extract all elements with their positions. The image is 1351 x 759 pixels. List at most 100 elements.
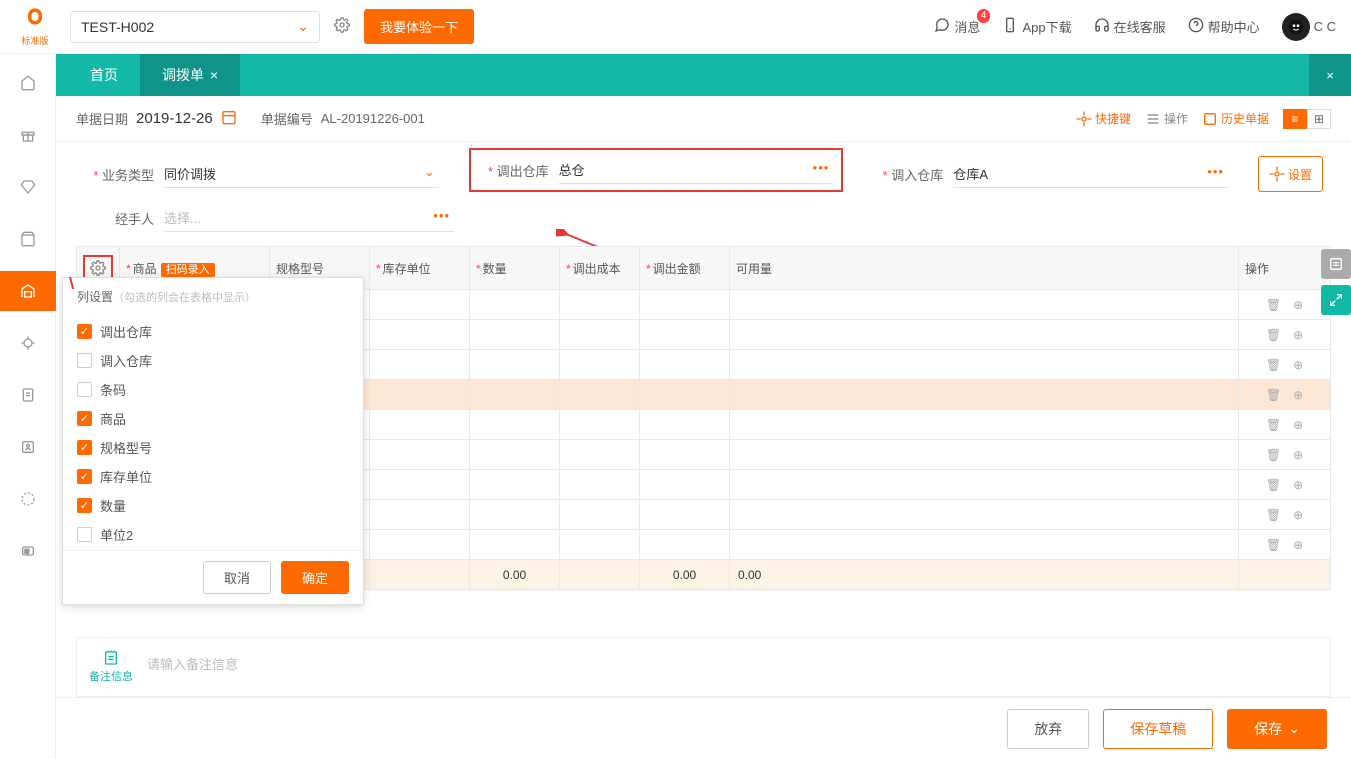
expand-icon[interactable] (1321, 285, 1351, 315)
delete-icon[interactable]: 🗑 (1266, 508, 1281, 522)
card-view-icon[interactable]: ⊞ (1307, 109, 1331, 129)
copy-icon[interactable]: ⊕ (1293, 388, 1303, 402)
copy-icon[interactable]: ⊕ (1293, 328, 1303, 342)
biz-type-field[interactable]: 业务类型 同价调拨⌄ (84, 156, 439, 192)
copy-icon[interactable]: ⊕ (1293, 508, 1303, 522)
sidebar-home-icon[interactable] (17, 72, 39, 94)
checkbox[interactable] (77, 353, 92, 368)
docno-value: AL-20191226-001 (321, 111, 425, 126)
discard-button[interactable]: 放弃 (1007, 709, 1089, 749)
column-option[interactable]: ✓库存单位 (63, 462, 363, 491)
save-draft-button[interactable]: 保存草稿 (1103, 709, 1213, 749)
calendar-icon[interactable] (221, 109, 237, 128)
doc-bar: 单据日期 2019-12-26 单据编号 AL-20191226-001 快捷键… (56, 96, 1351, 142)
help-link[interactable]: 帮助中心 (1188, 17, 1260, 36)
column-option[interactable]: ✓商品 (63, 404, 363, 433)
sidebar-money-icon[interactable] (17, 332, 39, 354)
chevron-down-icon: ⌄ (297, 18, 309, 35)
copy-icon[interactable]: ⊕ (1293, 448, 1303, 462)
main-area: 首页 调拨单× × 单据日期 2019-12-26 单据编号 AL-201912… (56, 54, 1351, 759)
checkbox[interactable]: ✓ (77, 324, 92, 339)
date-label: 单据日期 (76, 109, 128, 128)
notes-icon[interactable] (1321, 249, 1351, 279)
column-option[interactable]: ✓规格型号 (63, 433, 363, 462)
delete-icon[interactable]: 🗑 (1266, 448, 1281, 462)
chevron-down-icon: ⌄ (1288, 720, 1300, 737)
copy-icon[interactable]: ⊕ (1293, 358, 1303, 372)
delete-icon[interactable]: 🗑 (1266, 388, 1281, 402)
phone-icon (1002, 17, 1018, 36)
user-menu[interactable]: C C (1282, 13, 1336, 41)
checkbox[interactable]: ✓ (77, 498, 92, 513)
delete-icon[interactable]: 🗑 (1266, 478, 1281, 492)
headset-icon (1094, 17, 1110, 36)
app-download-link[interactable]: App下载 (1002, 17, 1071, 36)
gear-icon[interactable] (334, 17, 350, 36)
delete-icon[interactable]: 🗑 (1266, 328, 1281, 342)
sidebar-clipboard-icon[interactable] (17, 384, 39, 406)
copy-icon[interactable]: ⊕ (1293, 298, 1303, 312)
checkbox[interactable]: ✓ (77, 469, 92, 484)
sidebar-loading-icon[interactable] (17, 488, 39, 510)
host-selector[interactable]: TEST-H002 ⌄ (70, 11, 320, 43)
docno-label: 单据编号 (261, 109, 313, 128)
operation-link[interactable]: 操作 (1145, 110, 1188, 127)
close-icon[interactable]: × (210, 67, 218, 83)
history-link[interactable]: 历史单据 (1202, 110, 1269, 127)
column-option[interactable]: 调入仓库 (63, 346, 363, 375)
sidebar-bag-icon[interactable] (17, 228, 39, 250)
checkbox[interactable]: ✓ (77, 411, 92, 426)
footer: 放弃 保存草稿 保存⌄ (56, 697, 1351, 759)
tab-close-all[interactable]: × (1309, 54, 1351, 96)
column-option[interactable]: ✓调出仓库 (63, 317, 363, 346)
checkbox[interactable]: ✓ (77, 440, 92, 455)
copy-icon[interactable]: ⊕ (1293, 538, 1303, 552)
settings-button[interactable]: 设置 (1258, 156, 1323, 192)
out-warehouse-field[interactable]: 调出仓库 总仓••• (469, 148, 844, 192)
checkbox[interactable] (77, 527, 92, 542)
help-icon (1188, 17, 1204, 36)
sidebar-diamond-icon[interactable] (17, 176, 39, 198)
delete-icon[interactable]: 🗑 (1266, 358, 1281, 372)
top-bar: 标准版 TEST-H002 ⌄ 我要体验一下 消息 4 App下载 在线客服 帮… (0, 0, 1351, 54)
note-area[interactable]: 备注信息 请输入备注信息 (76, 637, 1331, 697)
column-settings-popup: 列设置（勾选的列会在表格中显示） ✓调出仓库调入仓库条码✓商品✓规格型号✓库存单… (62, 277, 364, 605)
sidebar-warehouse-icon[interactable] (0, 271, 56, 311)
sidebar-gift-icon[interactable] (17, 124, 39, 146)
more-icon[interactable]: ••• (1207, 164, 1224, 179)
logo[interactable]: 标准版 (15, 7, 55, 47)
note-input[interactable]: 请输入备注信息 (147, 650, 1318, 673)
column-option[interactable]: ✓数量 (63, 491, 363, 520)
delete-icon[interactable]: 🗑 (1266, 418, 1281, 432)
copy-icon[interactable]: ⊕ (1293, 478, 1303, 492)
checkbox[interactable] (77, 382, 92, 397)
handler-field[interactable]: 经手人 选择...••• (84, 204, 454, 232)
more-icon[interactable]: ••• (433, 208, 450, 223)
sidebar-user-icon[interactable] (17, 436, 39, 458)
svg-text:新: 新 (24, 548, 29, 555)
shortcut-link[interactable]: 快捷键 (1076, 110, 1131, 127)
cancel-button[interactable]: 取消 (203, 561, 271, 594)
more-icon[interactable]: ••• (813, 160, 830, 175)
column-option[interactable]: 单位2 (63, 520, 363, 549)
try-button[interactable]: 我要体验一下 (364, 9, 474, 44)
date-value[interactable]: 2019-12-26 (136, 110, 213, 127)
list-view-icon[interactable]: ≡ (1283, 109, 1307, 129)
delete-icon[interactable]: 🗑 (1266, 298, 1281, 312)
sidebar-new-icon[interactable]: 新 (17, 540, 39, 562)
ok-button[interactable]: 确定 (281, 561, 349, 594)
view-toggle[interactable]: ≡ ⊞ (1283, 109, 1331, 129)
message-icon (934, 17, 950, 36)
save-button[interactable]: 保存⌄ (1227, 709, 1327, 749)
logo-text: 标准版 (21, 34, 48, 47)
delete-icon[interactable]: 🗑 (1266, 538, 1281, 552)
service-link[interactable]: 在线客服 (1094, 17, 1166, 36)
column-option[interactable]: 条码 (63, 375, 363, 404)
scan-tag[interactable]: 扫码录入 (161, 263, 215, 277)
messages-link[interactable]: 消息 4 (934, 17, 980, 36)
in-warehouse-field[interactable]: 调入仓库 仓库A••• (873, 156, 1228, 192)
tab-home[interactable]: 首页 (68, 54, 140, 96)
copy-icon[interactable]: ⊕ (1293, 418, 1303, 432)
logo-icon (21, 6, 49, 34)
tab-allocation[interactable]: 调拨单× (140, 54, 240, 96)
